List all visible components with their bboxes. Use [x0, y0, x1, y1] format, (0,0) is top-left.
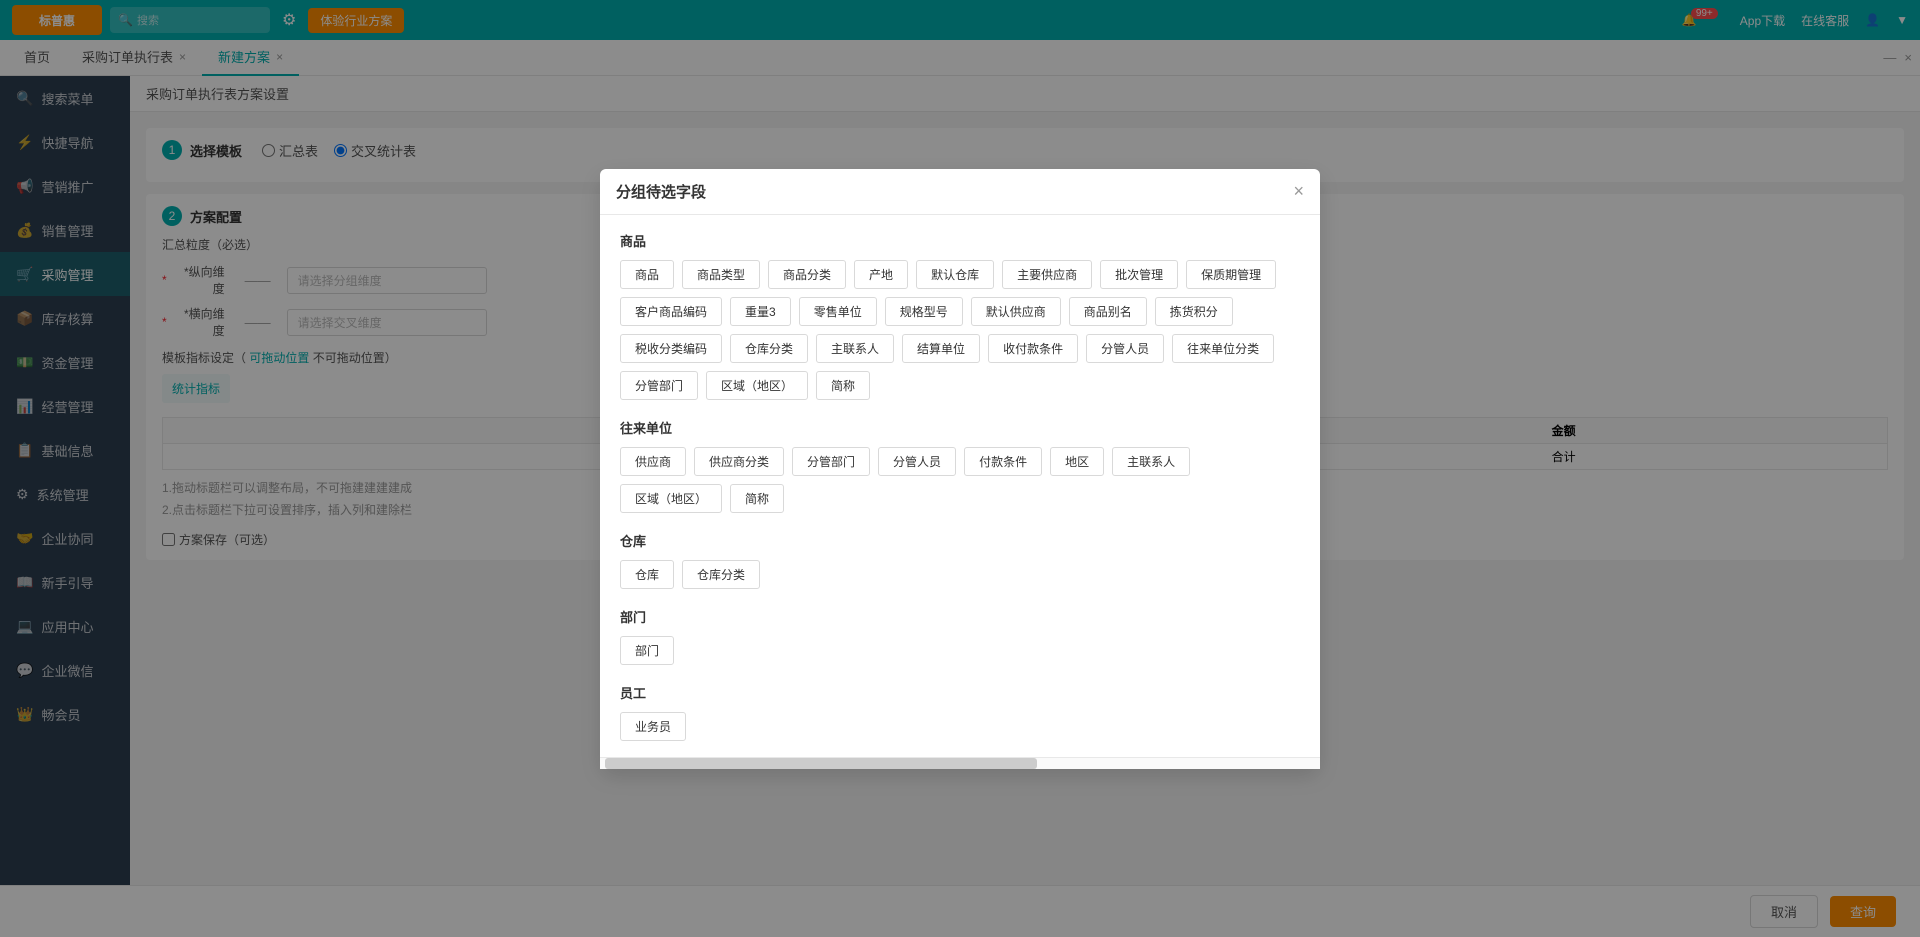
tag-warehouse-0[interactable]: 仓库 [620, 560, 674, 589]
tag-partner-2[interactable]: 分管部门 [792, 447, 870, 476]
tag-goods-15[interactable]: 税收分类编码 [620, 334, 722, 363]
tag-partner-7[interactable]: 区域（地区） [620, 484, 722, 513]
tag-goods-3[interactable]: 产地 [854, 260, 908, 289]
tag-goods-14[interactable]: 拣货积分 [1155, 297, 1233, 326]
tag-goods-17[interactable]: 主联系人 [816, 334, 894, 363]
tag-goods-12[interactable]: 默认供应商 [971, 297, 1061, 326]
partner-tags: 供应商 供应商分类 分管部门 分管人员 付款条件 地区 主联系人 区域（地区） … [620, 447, 1300, 513]
modal-hscroll [600, 757, 1320, 769]
modal-title: 分组待选字段 [616, 181, 706, 202]
tag-goods-21[interactable]: 往来单位分类 [1172, 334, 1274, 363]
tag-goods-19[interactable]: 收付款条件 [988, 334, 1078, 363]
tag-goods-5[interactable]: 主要供应商 [1002, 260, 1092, 289]
goods-tags: 商品 商品类型 商品分类 产地 默认仓库 主要供应商 批次管理 保质期管理 客户… [620, 260, 1300, 400]
section-staff-title: 员工 [620, 683, 1300, 702]
section-warehouse-title: 仓库 [620, 531, 1300, 550]
tag-goods-16[interactable]: 仓库分类 [730, 334, 808, 363]
tag-partner-4[interactable]: 付款条件 [964, 447, 1042, 476]
tag-goods-9[interactable]: 重量3 [730, 297, 791, 326]
tag-goods-4[interactable]: 默认仓库 [916, 260, 994, 289]
tag-goods-13[interactable]: 商品别名 [1069, 297, 1147, 326]
modal-body: 商品 商品 商品类型 商品分类 产地 默认仓库 主要供应商 批次管理 保质期管理… [600, 215, 1320, 757]
tag-goods-22[interactable]: 分管部门 [620, 371, 698, 400]
tag-goods-0[interactable]: 商品 [620, 260, 674, 289]
tag-partner-3[interactable]: 分管人员 [878, 447, 956, 476]
tag-goods-18[interactable]: 结算单位 [902, 334, 980, 363]
tag-dept-0[interactable]: 部门 [620, 636, 674, 665]
staff-tags: 业务员 [620, 712, 1300, 741]
tag-goods-2[interactable]: 商品分类 [768, 260, 846, 289]
tag-goods-20[interactable]: 分管人员 [1086, 334, 1164, 363]
tag-warehouse-1[interactable]: 仓库分类 [682, 560, 760, 589]
tag-goods-1[interactable]: 商品类型 [682, 260, 760, 289]
section-department: 部门 部门 [620, 607, 1300, 665]
tag-goods-8[interactable]: 客户商品编码 [620, 297, 722, 326]
modal-close-btn[interactable]: × [1293, 181, 1304, 202]
tag-partner-8[interactable]: 简称 [730, 484, 784, 513]
section-partner: 往来单位 供应商 供应商分类 分管部门 分管人员 付款条件 地区 主联系人 区域… [620, 418, 1300, 513]
section-partner-title: 往来单位 [620, 418, 1300, 437]
modal-overlay: 分组待选字段 × 商品 商品 商品类型 商品分类 产地 默认仓库 主要供应商 批… [0, 0, 1920, 937]
tag-goods-10[interactable]: 零售单位 [799, 297, 877, 326]
warehouse-tags: 仓库 仓库分类 [620, 560, 1300, 589]
section-goods-title: 商品 [620, 231, 1300, 250]
modal-header: 分组待选字段 × [600, 169, 1320, 215]
tag-partner-6[interactable]: 主联系人 [1112, 447, 1190, 476]
section-goods: 商品 商品 商品类型 商品分类 产地 默认仓库 主要供应商 批次管理 保质期管理… [620, 231, 1300, 400]
tag-staff-0[interactable]: 业务员 [620, 712, 686, 741]
dept-tags: 部门 [620, 636, 1300, 665]
section-warehouse: 仓库 仓库 仓库分类 [620, 531, 1300, 589]
section-dept-title: 部门 [620, 607, 1300, 626]
section-staff: 员工 业务员 [620, 683, 1300, 741]
tag-goods-6[interactable]: 批次管理 [1100, 260, 1178, 289]
tag-goods-24[interactable]: 简称 [816, 371, 870, 400]
tag-partner-5[interactable]: 地区 [1050, 447, 1104, 476]
tag-partner-0[interactable]: 供应商 [620, 447, 686, 476]
tag-goods-7[interactable]: 保质期管理 [1186, 260, 1276, 289]
tag-goods-11[interactable]: 规格型号 [885, 297, 963, 326]
tag-partner-1[interactable]: 供应商分类 [694, 447, 784, 476]
modal: 分组待选字段 × 商品 商品 商品类型 商品分类 产地 默认仓库 主要供应商 批… [600, 169, 1320, 769]
tag-goods-23[interactable]: 区域（地区） [706, 371, 808, 400]
